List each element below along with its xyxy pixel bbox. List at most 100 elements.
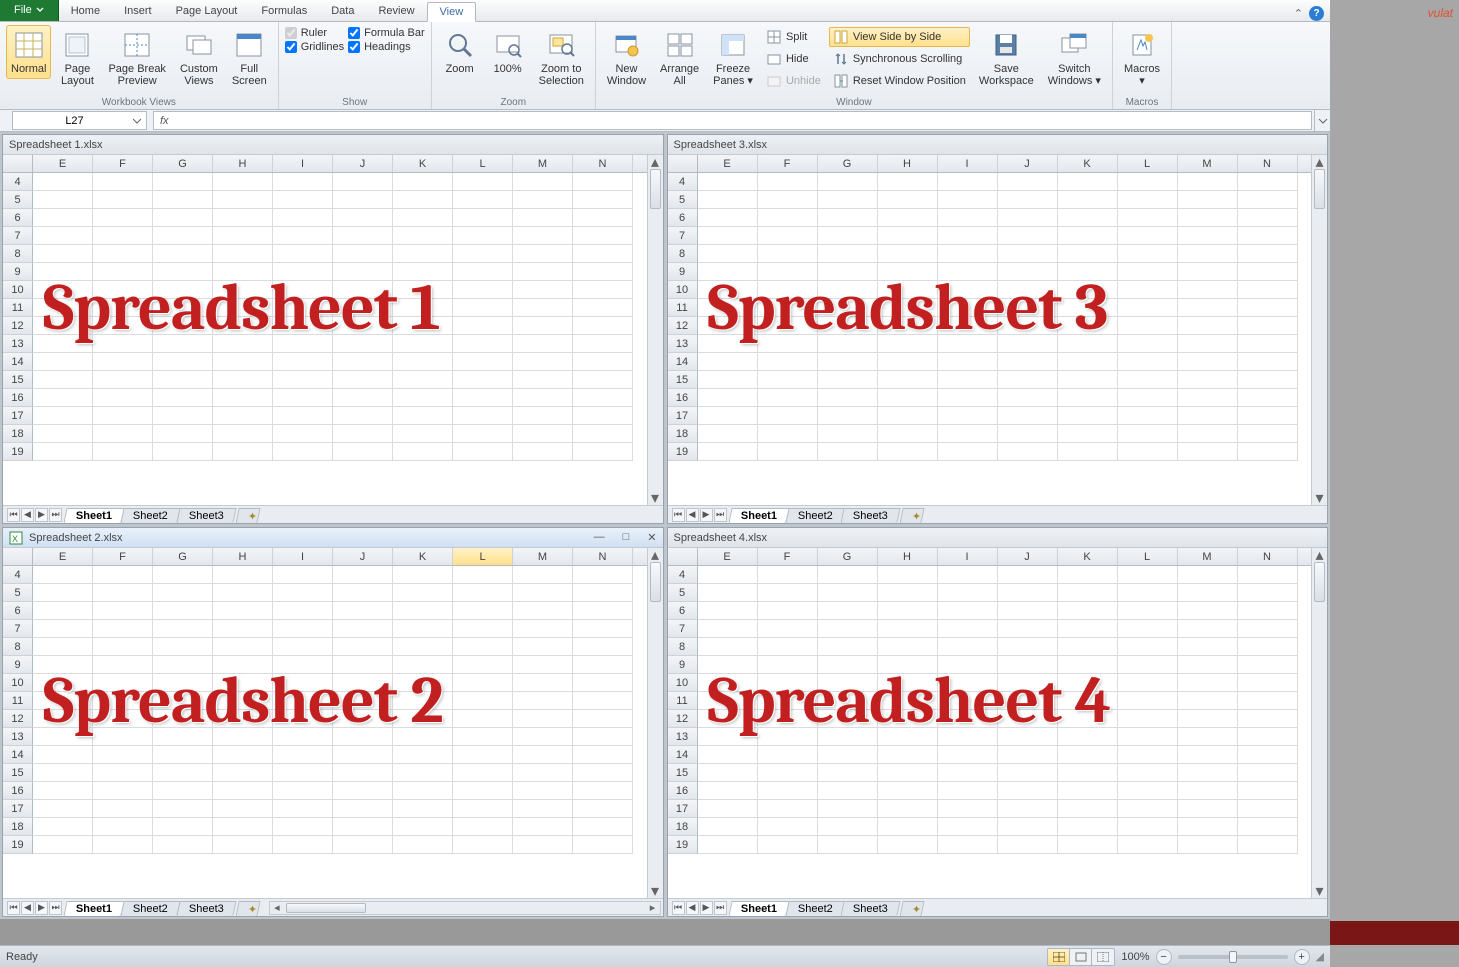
tab-insert[interactable]: Insert <box>112 1 164 21</box>
cell[interactable] <box>93 656 153 674</box>
cell[interactable] <box>698 191 758 209</box>
cell[interactable] <box>878 584 938 602</box>
cell[interactable] <box>938 209 998 227</box>
cell[interactable] <box>93 443 153 461</box>
cell[interactable] <box>333 425 393 443</box>
select-all-corner[interactable] <box>668 155 698 172</box>
cell[interactable] <box>393 371 453 389</box>
cell[interactable] <box>213 800 273 818</box>
cell[interactable] <box>1058 638 1118 656</box>
cell[interactable] <box>453 191 513 209</box>
cell[interactable] <box>818 299 878 317</box>
cell[interactable] <box>1058 656 1118 674</box>
cell[interactable] <box>758 836 818 854</box>
cell[interactable] <box>1178 584 1238 602</box>
cell[interactable] <box>513 371 573 389</box>
cell[interactable] <box>698 245 758 263</box>
cell[interactable] <box>1238 299 1298 317</box>
cell[interactable] <box>513 566 573 584</box>
horizontal-scrollbar[interactable]: ◂▸ <box>269 901 661 915</box>
zoom-button[interactable]: Zoom <box>438 25 482 79</box>
cell[interactable] <box>513 692 573 710</box>
cell[interactable] <box>33 317 93 335</box>
cell[interactable] <box>573 263 633 281</box>
cell[interactable] <box>573 818 633 836</box>
cell[interactable] <box>393 425 453 443</box>
split-button[interactable]: Split <box>762 27 825 47</box>
cell[interactable] <box>998 227 1058 245</box>
cell[interactable] <box>998 620 1058 638</box>
column-header[interactable]: H <box>213 548 273 565</box>
cell[interactable] <box>758 281 818 299</box>
cell[interactable] <box>453 656 513 674</box>
cell[interactable] <box>393 227 453 245</box>
row-header[interactable]: 10 <box>668 674 698 692</box>
cell[interactable] <box>333 782 393 800</box>
select-all-corner[interactable] <box>3 548 33 565</box>
cell[interactable] <box>513 620 573 638</box>
cell[interactable] <box>878 674 938 692</box>
cell[interactable] <box>1178 443 1238 461</box>
zoom-100-button[interactable]: 100% <box>486 25 530 79</box>
vertical-scrollbar[interactable]: ▴▾ <box>1311 548 1327 898</box>
cell[interactable] <box>93 425 153 443</box>
row-header[interactable]: 14 <box>668 746 698 764</box>
cell[interactable] <box>698 746 758 764</box>
cell[interactable] <box>1238 209 1298 227</box>
row-header[interactable]: 10 <box>668 281 698 299</box>
cell[interactable] <box>818 584 878 602</box>
cell[interactable] <box>513 209 573 227</box>
row-header[interactable]: 5 <box>3 584 33 602</box>
cell[interactable] <box>153 638 213 656</box>
cell[interactable] <box>213 692 273 710</box>
row-header[interactable]: 11 <box>3 692 33 710</box>
cell[interactable] <box>698 764 758 782</box>
cell[interactable] <box>273 443 333 461</box>
cell[interactable] <box>273 602 333 620</box>
cell[interactable] <box>938 836 998 854</box>
cell[interactable] <box>333 443 393 461</box>
cell[interactable] <box>1058 584 1118 602</box>
cell[interactable] <box>273 818 333 836</box>
cell[interactable] <box>153 443 213 461</box>
formula-input[interactable]: fx <box>153 111 1312 130</box>
cell[interactable] <box>513 191 573 209</box>
cell[interactable] <box>1058 728 1118 746</box>
cell[interactable] <box>818 566 878 584</box>
cell[interactable] <box>93 245 153 263</box>
cell[interactable] <box>153 281 213 299</box>
cell[interactable] <box>573 638 633 656</box>
cell[interactable] <box>33 818 93 836</box>
cell[interactable] <box>818 335 878 353</box>
cell[interactable] <box>998 335 1058 353</box>
cell[interactable] <box>1238 173 1298 191</box>
cell[interactable] <box>698 389 758 407</box>
cell[interactable] <box>1058 692 1118 710</box>
cell[interactable] <box>758 371 818 389</box>
cell[interactable] <box>153 173 213 191</box>
cell[interactable] <box>1238 245 1298 263</box>
fx-icon[interactable]: fx <box>154 115 175 127</box>
cell[interactable] <box>758 566 818 584</box>
cell[interactable] <box>213 602 273 620</box>
cell[interactable] <box>998 371 1058 389</box>
cell[interactable] <box>213 443 273 461</box>
cell[interactable] <box>998 746 1058 764</box>
cell[interactable] <box>1178 209 1238 227</box>
cell[interactable] <box>998 263 1058 281</box>
cell[interactable] <box>818 173 878 191</box>
cell[interactable] <box>213 674 273 692</box>
cell[interactable] <box>153 602 213 620</box>
cell[interactable] <box>758 692 818 710</box>
sheet-tab[interactable]: Sheet3 <box>176 508 236 523</box>
cell[interactable] <box>1058 335 1118 353</box>
cell[interactable] <box>698 353 758 371</box>
cell[interactable] <box>1118 782 1178 800</box>
cell[interactable] <box>1118 764 1178 782</box>
name-box[interactable]: L27 <box>12 111 147 130</box>
cell[interactable] <box>573 173 633 191</box>
cell[interactable] <box>1238 602 1298 620</box>
cell[interactable] <box>998 764 1058 782</box>
cell[interactable] <box>33 371 93 389</box>
cell[interactable] <box>938 407 998 425</box>
